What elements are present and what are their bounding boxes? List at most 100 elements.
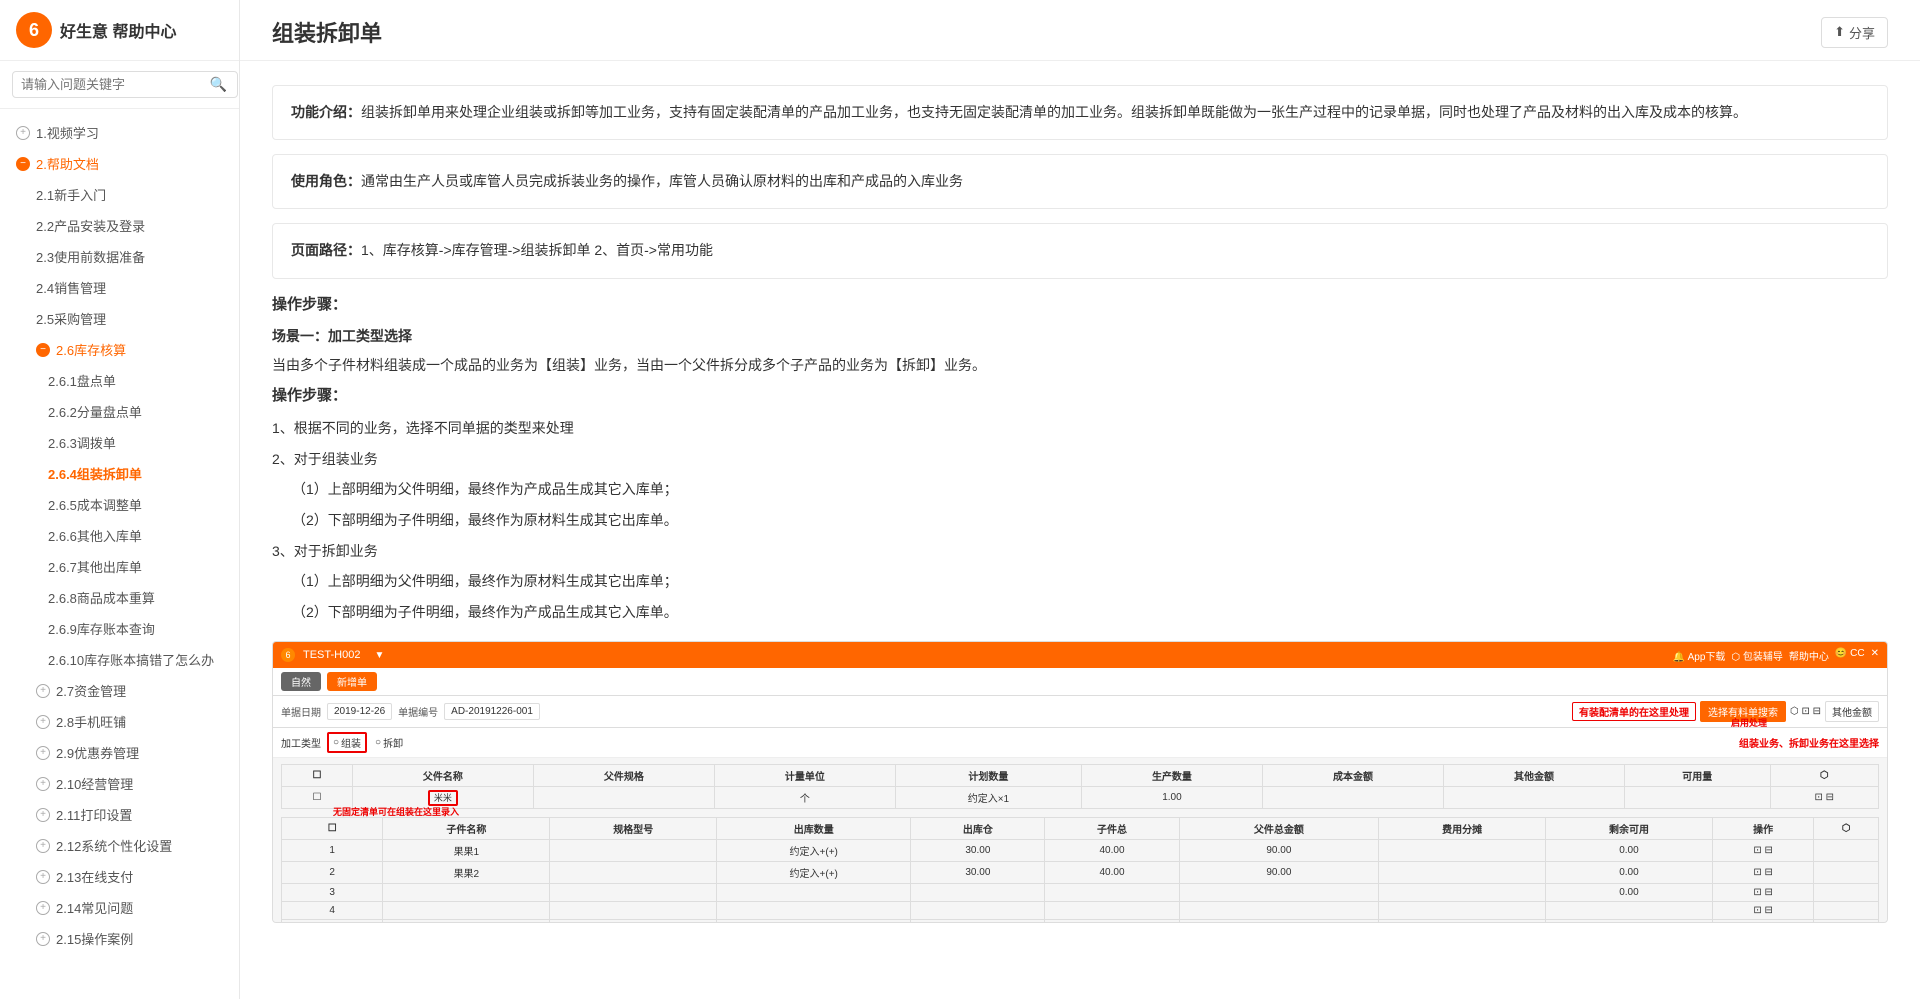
sidebar-item-finance[interactable]: + 2.7资金管理: [0, 675, 239, 706]
sidebar: 6 好生意 帮助中心 🔍 + 1.视频学习 − 2.帮助文档 2.1新手入门 2…: [0, 0, 240, 999]
screenshot-image: 6 TEST-H002 ▼ 🔔 App下载 ⬡ 包装辅导 帮助中心 😊 CC ✕: [273, 642, 1887, 922]
expand-icon-coupon: +: [36, 746, 50, 760]
mock-annotation-type: 组装业务、拆卸业务在这里选择: [1739, 735, 1879, 750]
sidebar-item-docs[interactable]: − 2.帮助文档: [0, 148, 239, 179]
expand-icon-custom: +: [36, 839, 50, 853]
share-button[interactable]: ⬆ 分享: [1821, 17, 1888, 48]
intro-text: 功能介绍：组装拆卸单用来处理企业组装或拆卸等加工业务，支持有固定装配清单的产品加…: [291, 100, 1869, 125]
mock-action4: 😊 CC: [1835, 648, 1865, 663]
mock-child-row-2: 2 果果2 约定入+(+) 30.00 40.00 90.00 0.00: [282, 862, 1879, 884]
mock-child-row-5: 5 ⊡ ⊟: [282, 920, 1879, 923]
mock-option-assembly[interactable]: ○ 组装: [327, 732, 367, 753]
sidebar-item-other-out[interactable]: 2.6.7其他出库单: [0, 551, 239, 582]
expand-icon-faq: +: [36, 901, 50, 915]
mock-child-row-4: 4 ⊡ ⊟: [282, 902, 1879, 920]
mock-toolbar-right: 有装配清单的在这里处理 选择有料单搜索 ⬡ ⊡ ⊟ 其他金额: [1572, 701, 1879, 722]
mock-toolbar-icons: ⬡ ⊡ ⊟: [1790, 706, 1821, 717]
sidebar-header: 6 好生意 帮助中心: [0, 0, 239, 61]
step3-2: （2）下部明细为子件明细，最终作为产成品生成其它入库单。: [272, 599, 1888, 626]
sidebar-item-faq[interactable]: + 2.14常见问题: [0, 892, 239, 923]
mock-child-row-1: 1 果果1 约定入+(+) 30.00 40.00 90.00 0.00: [282, 840, 1879, 862]
sidebar-item-transfer[interactable]: 2.6.3调拨单: [0, 427, 239, 458]
mock-titlebar-actions: 🔔 App下载 ⬡ 包装辅导 帮助中心 😊 CC ✕: [1673, 648, 1879, 663]
expand-icon-videos: +: [16, 126, 30, 140]
nav-tree: + 1.视频学习 − 2.帮助文档 2.1新手入门 2.2产品安装及登录 2.3…: [0, 109, 239, 999]
scene-desc: 当由多个子件材料组装成一个成品的业务为【组装】业务，当由一个父件拆分成多个子产品…: [272, 352, 1888, 379]
mock-num-field[interactable]: AD-20191226-001: [444, 703, 540, 720]
mock-nav: 自然 新增单: [273, 668, 1887, 696]
sidebar-item-stocktake2[interactable]: 2.6.2分量盘点单: [0, 396, 239, 427]
sidebar-item-payment[interactable]: + 2.13在线支付: [0, 861, 239, 892]
sidebar-item-custom[interactable]: + 2.12系统个性化设置: [0, 830, 239, 861]
share-icon: ⬆: [1834, 24, 1845, 40]
mock-app-window: 6 TEST-H002 ▼ 🔔 App下载 ⬡ 包装辅导 帮助中心 😊 CC ✕: [273, 642, 1887, 922]
sidebar-item-sales[interactable]: 2.4销售管理: [0, 272, 239, 303]
search-input[interactable]: [12, 71, 238, 98]
mock-option-disassembly[interactable]: ○ 拆卸: [375, 735, 403, 750]
sidebar-item-assembly[interactable]: 2.6.4组装拆卸单: [0, 458, 239, 489]
path-text: 页面路径：1、库存核算->库存管理->组装拆卸单 2、首页->常用功能: [291, 238, 1869, 263]
mock-child-table: ☐ 子件名称 规格型号 出库数量 出库仓 子件总 父件总金额 费用分摊 剩余可用: [281, 817, 1879, 922]
mock-action1: 🔔 App下载: [1673, 648, 1725, 663]
mock-tab-home[interactable]: 自然: [281, 672, 321, 691]
main-header: 组装拆卸单 ⬆ 分享: [240, 0, 1920, 61]
sidebar-item-newbie[interactable]: 2.1新手入门: [0, 179, 239, 210]
sidebar-item-coupon[interactable]: + 2.9优惠券管理: [0, 737, 239, 768]
mock-parent-table-header: ☐ 父件名称 父件规格 计量单位 计划数量 生产数量 成本金额 其他金额 可用量: [282, 765, 1879, 787]
expand-icon-mobile: +: [36, 715, 50, 729]
sidebar-item-stocktake[interactable]: 2.6.1盘点单: [0, 365, 239, 396]
mock-titlebar: 6 TEST-H002 ▼ 🔔 App下载 ⬡ 包装辅导 帮助中心 😊 CC ✕: [273, 642, 1887, 668]
sidebar-item-data-prep[interactable]: 2.3使用前数据准备: [0, 241, 239, 272]
mock-type-options: ○ 组装 ○ 拆卸: [327, 732, 403, 753]
mock-title: TEST-H002: [303, 649, 360, 661]
mock-close[interactable]: ✕: [1871, 648, 1879, 663]
mock-select-btn[interactable]: 选择有料单搜索: [1700, 701, 1786, 722]
steps-section: 操作步骤： 场景一：加工类型选择 当由多个子件材料组装成一个成品的业务为【组装】…: [272, 293, 1888, 626]
sidebar-item-ops[interactable]: + 2.10经营管理: [0, 768, 239, 799]
mock-annotation-btn: 有装配清单的在这里处理: [1572, 702, 1696, 721]
mock-annotation-child: 无固定清单可在组装在这里录入: [333, 805, 459, 818]
page-title: 组装拆卸单: [272, 16, 382, 48]
path-block: 页面路径：1、库存核算->库存管理->组装拆卸单 2、首页->常用功能: [272, 223, 1888, 278]
step2-2: （2）下部明细为子件明细，最终作为原材料生成其它出库单。: [272, 507, 1888, 534]
sidebar-item-print[interactable]: + 2.11打印设置: [0, 799, 239, 830]
mock-toolbar: 单据日期 2019-12-26 单据编号 AD-20191226-001 有装配…: [273, 696, 1887, 728]
mock-num-label: 单据编号: [398, 704, 438, 719]
mock-child-table-header: ☐ 子件名称 规格型号 出库数量 出库仓 子件总 父件总金额 费用分摊 剩余可用: [282, 818, 1879, 840]
mock-parent-table: ☐ 父件名称 父件规格 计量单位 计划数量 生产数量 成本金额 其他金额 可用量: [281, 764, 1879, 809]
main-content: 组装拆卸单 ⬆ 分享 功能介绍：组装拆卸单用来处理企业组装或拆卸等加工业务，支持…: [240, 0, 1920, 999]
sidebar-item-cost-recalc[interactable]: 2.6.8商品成本重算: [0, 582, 239, 613]
sidebar-item-ledger-fix[interactable]: 2.6.10库存账本搞错了怎么办: [0, 644, 239, 675]
ops-heading: 操作步骤：: [272, 384, 1888, 405]
screenshot-container: 6 TEST-H002 ▼ 🔔 App下载 ⬡ 包装辅导 帮助中心 😊 CC ✕: [272, 641, 1888, 923]
brand-name: 好生意 帮助中心: [60, 18, 176, 42]
mock-parent-table-section: ☐ 父件名称 父件规格 计量单位 计划数量 生产数量 成本金额 其他金额 可用量: [273, 758, 1887, 815]
mock-tab-new[interactable]: 新增单: [327, 672, 377, 691]
expand-icon-ops: +: [36, 777, 50, 791]
sidebar-item-ledger[interactable]: 2.6.9库存账本查询: [0, 613, 239, 644]
step3-1: （1）上部明细为父件明细，最终作为原材料生成其它出库单；: [272, 568, 1888, 595]
collapse-icon-docs: −: [16, 157, 30, 171]
expand-icon-print: +: [36, 808, 50, 822]
screenshot-inner: 6 TEST-H002 ▼ 🔔 App下载 ⬡ 包装辅导 帮助中心 😊 CC ✕: [273, 642, 1887, 922]
search-button[interactable]: 🔍: [210, 76, 227, 93]
main-body: 功能介绍：组装拆卸单用来处理企业组装或拆卸等加工业务，支持有固定装配清单的产品加…: [240, 61, 1920, 999]
sidebar-item-videos[interactable]: + 1.视频学习: [0, 117, 239, 148]
sidebar-item-cost-adj[interactable]: 2.6.5成本调整单: [0, 489, 239, 520]
mock-logo: 6: [281, 648, 295, 662]
mock-date-field[interactable]: 2019-12-26: [327, 703, 392, 720]
sidebar-item-inventory[interactable]: − 2.6库存核算: [0, 334, 239, 365]
steps-heading: 操作步骤：: [272, 293, 1888, 314]
sidebar-item-purchase[interactable]: 2.5采购管理: [0, 303, 239, 334]
sidebar-item-cases[interactable]: + 2.15操作案例: [0, 923, 239, 954]
mock-right-field[interactable]: 其他金额: [1825, 701, 1879, 722]
mock-child-table-section: 无固定清单可在组装在这里录入 ☐ 子件名称 规格型号 出库数量 出库仓: [273, 815, 1887, 922]
sidebar-item-install[interactable]: 2.2产品安装及登录: [0, 210, 239, 241]
scene-heading: 场景一：加工类型选择: [272, 326, 1888, 346]
collapse-icon-inventory: −: [36, 343, 50, 357]
mock-type-row: 加工类型 ○ 组装 ○ 拆卸 组: [273, 728, 1887, 758]
sidebar-item-other-in[interactable]: 2.6.6其他入库单: [0, 520, 239, 551]
search-box: 🔍: [0, 61, 239, 109]
sidebar-item-mobile[interactable]: + 2.8手机旺铺: [0, 706, 239, 737]
mock-action2: ⬡ 包装辅导: [1731, 648, 1783, 663]
